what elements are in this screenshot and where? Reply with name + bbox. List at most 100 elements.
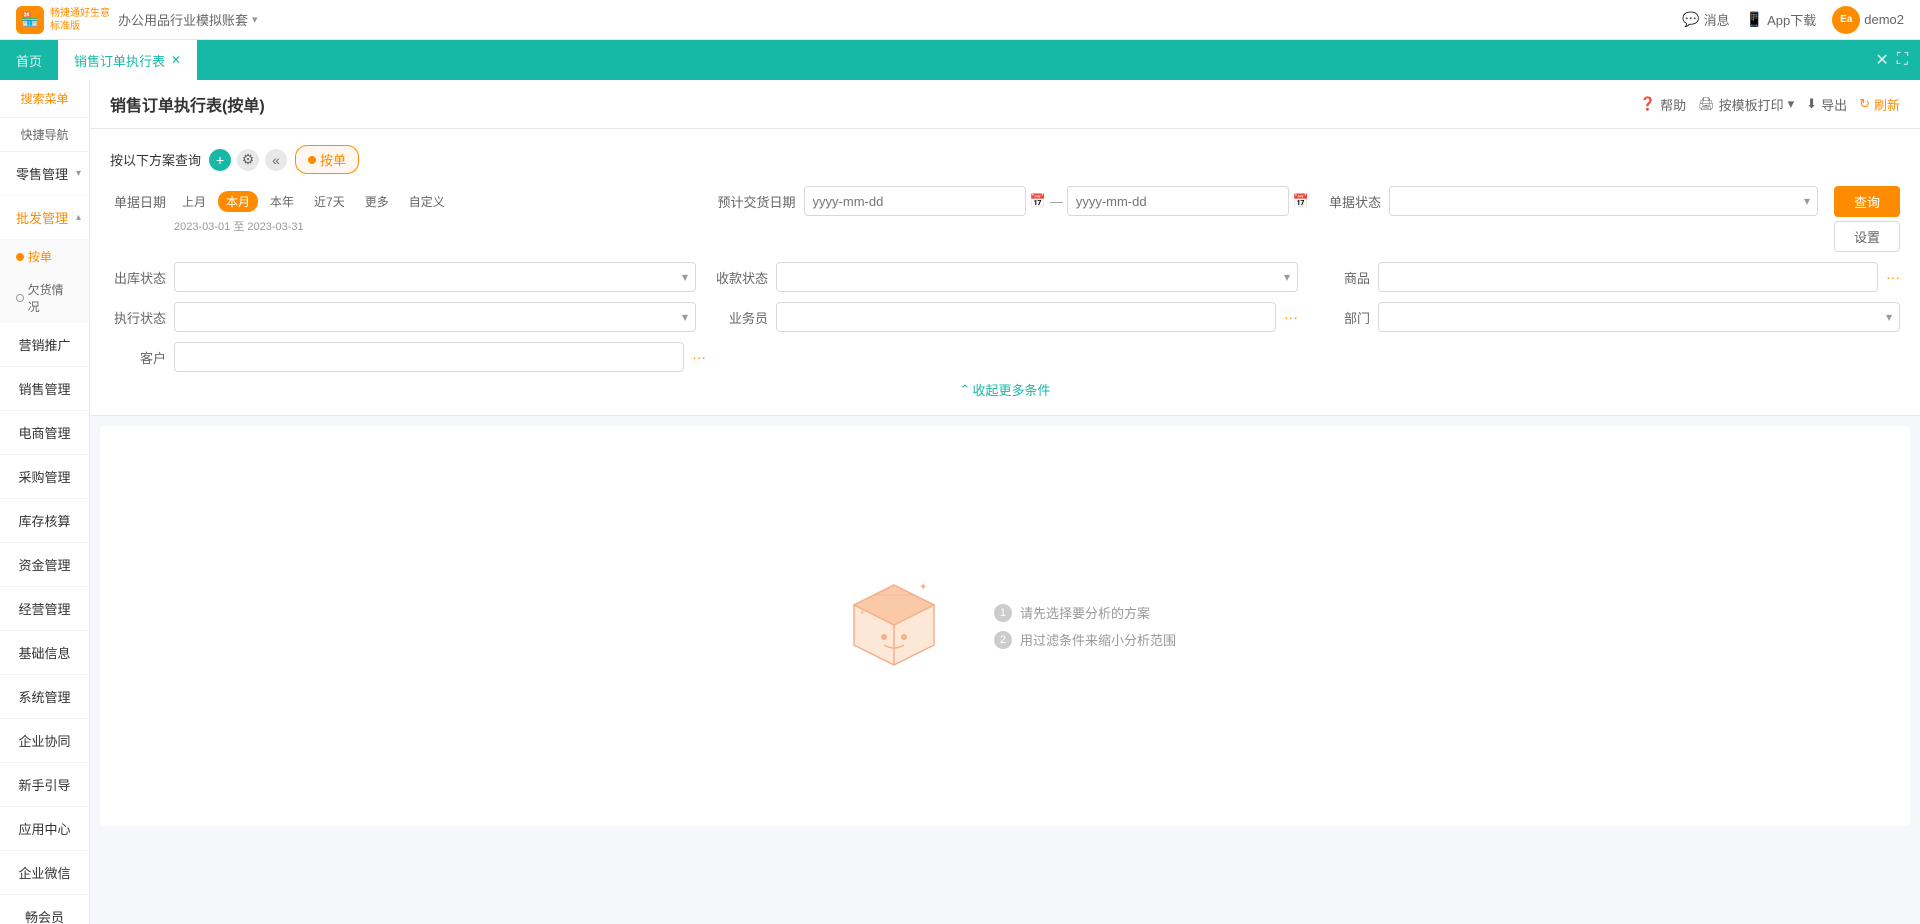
sidebar-item-ecommerce[interactable]: 电商管理 — [0, 411, 89, 455]
export-icon: ⬇ — [1806, 96, 1817, 112]
collapse-icon: ⌃ — [960, 382, 971, 398]
nav-actions: ✕ ⛶ — [1875, 40, 1920, 80]
sidebar-item-enterprise-collab[interactable]: 企业协同 — [0, 719, 89, 763]
sidebar-item-app-center[interactable]: 应用中心 — [0, 807, 89, 851]
step-2-number: 2 — [994, 631, 1012, 649]
doc-status-label: 单据状态 — [1325, 192, 1381, 211]
active-dot-icon — [16, 253, 24, 261]
collapse-more-btn[interactable]: ⌃ 收起更多条件 — [110, 380, 1900, 399]
date-tab-more[interactable]: 更多 — [357, 191, 397, 212]
page-header: 销售订单执行表(按单) ❓ 帮助 🖨 按模板打印 ▾ ⬇ 导出 ↻ 刷新 — [90, 80, 1920, 129]
window-close-btn[interactable]: ✕ — [1875, 50, 1888, 70]
forecast-date-to[interactable] — [1067, 186, 1289, 216]
chevron-down-icon: ▾ — [76, 168, 81, 179]
filter-row-2: 出库状态 ▾ 收款状态 ▾ 商品 — [110, 262, 1900, 292]
empty-illustration: ✦ ✦ — [834, 575, 954, 678]
empty-box-svg: ✦ ✦ — [834, 575, 954, 675]
message-btn[interactable]: 💬 消息 — [1682, 10, 1729, 29]
top-bar-left: 🏪 畅捷通好生意 标准版 办公用品行业模拟账套 ▾ — [16, 6, 258, 34]
date-tab-this-year[interactable]: 本年 — [262, 191, 302, 212]
calendar-icon-2: 📅 — [1293, 193, 1309, 209]
sidebar-item-enterprise-wechat[interactable]: 企业微信 — [0, 851, 89, 895]
out-status-select[interactable] — [174, 262, 696, 292]
window-fullscreen-btn[interactable]: ⛶ — [1897, 51, 1908, 69]
collapse-plan-btn[interactable]: « — [265, 149, 287, 171]
sidebar-item-wholesale[interactable]: 批发管理 ▴ — [0, 196, 89, 240]
sidebar-item-basic-info[interactable]: 基础信息 — [0, 631, 89, 675]
doc-status-select-wrap: ▾ — [1389, 186, 1818, 216]
salesperson-more-icon[interactable]: ··· — [1284, 309, 1298, 325]
product-input[interactable] — [1378, 262, 1878, 292]
help-btn[interactable]: ❓ 帮助 — [1640, 95, 1686, 114]
forecast-date-from[interactable] — [804, 186, 1026, 216]
plan-item-by-order[interactable]: 按单 — [295, 145, 359, 174]
sidebar-search[interactable]: 搜索菜单 — [0, 80, 89, 118]
customer-more-icon[interactable]: ··· — [692, 349, 706, 365]
salesperson-label: 业务员 — [712, 308, 768, 327]
message-icon: 💬 — [1682, 11, 1699, 28]
date-tab-this-month[interactable]: 本月 — [218, 191, 258, 212]
exec-status-label: 执行状态 — [110, 308, 166, 327]
refresh-btn[interactable]: ↻ 刷新 — [1859, 95, 1900, 114]
date-tab-7days[interactable]: 近7天 — [306, 191, 353, 212]
forecast-date-field: 预计交货日期 📅 — 📅 — [718, 186, 1310, 216]
print-btn[interactable]: 🖨 按模板打印 ▾ — [1698, 95, 1794, 114]
product-field: 商品 ··· — [1314, 262, 1900, 292]
settings-button[interactable]: 设置 — [1834, 221, 1900, 252]
tab-sales-order[interactable]: 销售订单执行表 ✕ — [58, 40, 197, 80]
date-tab-custom[interactable]: 自定义 — [401, 191, 453, 212]
plan-active-dot — [308, 156, 316, 164]
sidebar-item-system[interactable]: 系统管理 — [0, 675, 89, 719]
filter-area: 按以下方案查询 + ⚙ « 按单 单据日期 上月 — [90, 129, 1920, 416]
salesperson-input[interactable] — [776, 302, 1276, 332]
empty-steps: 1 请先选择要分析的方案 2 用过滤条件来缩小分析范围 — [994, 603, 1176, 649]
filter-row-4: 客户 ··· — [110, 342, 1900, 372]
tab-home[interactable]: 首页 — [0, 40, 58, 80]
dept-field: 部门 ▾ — [1314, 302, 1900, 332]
logo-icon: 🏪 — [16, 6, 44, 34]
mobile-icon: 📱 — [1746, 11, 1763, 28]
plan-actions: + ⚙ « — [209, 149, 287, 171]
user-profile[interactable]: Ea demo2 — [1832, 6, 1904, 34]
customer-input[interactable] — [174, 342, 684, 372]
sidebar-sub-item-backorder[interactable]: 欠货情况 — [0, 273, 89, 323]
exec-status-select[interactable] — [174, 302, 696, 332]
app-download-btn[interactable]: 📱 App下载 — [1746, 10, 1817, 29]
sidebar-item-inventory[interactable]: 库存核算 — [0, 499, 89, 543]
doc-status-select[interactable] — [1389, 186, 1818, 216]
results-area: ✦ ✦ 1 请先选择要分析的方案 2 — [100, 426, 1910, 826]
sidebar-item-operations[interactable]: 经营管理 — [0, 587, 89, 631]
forecast-date-range: 📅 — 📅 — [804, 186, 1310, 216]
receipt-status-field: 收款状态 ▾ — [712, 262, 1298, 292]
nav-tabs: 首页 销售订单执行表 ✕ ✕ ⛶ — [0, 40, 1920, 80]
receipt-status-label: 收款状态 — [712, 268, 768, 287]
filter-row-1: 单据日期 上月 本月 本年 近7天 更多 自定义 2023-03-01 至 20… — [110, 186, 1900, 252]
receipt-status-select[interactable] — [776, 262, 1298, 292]
search-actions: 查询 设置 — [1834, 186, 1900, 252]
sidebar-quick-nav[interactable]: 快捷导航 — [0, 118, 89, 152]
date-range-display: 2023-03-01 至 2023-03-31 — [174, 218, 702, 234]
sidebar-item-member[interactable]: 畅会员 — [0, 895, 89, 924]
product-more-icon[interactable]: ··· — [1886, 269, 1900, 285]
sidebar-sub-item-by-order[interactable]: 按单 — [0, 240, 89, 273]
svg-text:✦: ✦ — [859, 608, 866, 617]
dept-select[interactable] — [1378, 302, 1900, 332]
sidebar-item-finance[interactable]: 资金管理 — [0, 543, 89, 587]
date-tab-last-month[interactable]: 上月 — [174, 191, 214, 212]
refresh-icon: ↻ — [1859, 96, 1870, 112]
export-btn[interactable]: ⬇ 导出 — [1806, 95, 1847, 114]
edit-plan-btn[interactable]: ⚙ — [237, 149, 259, 171]
customer-field: 客户 ··· — [110, 342, 706, 372]
add-plan-btn[interactable]: + — [209, 149, 231, 171]
search-button[interactable]: 查询 — [1834, 186, 1900, 217]
sidebar-item-sales-mgmt[interactable]: 销售管理 — [0, 367, 89, 411]
page-title: 销售订单执行表(按单) — [110, 92, 265, 116]
sidebar-item-marketing[interactable]: 营销推广 — [0, 323, 89, 367]
step-1-number: 1 — [994, 604, 1012, 622]
sidebar-sub-wholesale: 按单 欠货情况 — [0, 240, 89, 323]
tab-close-icon[interactable]: ✕ — [171, 53, 181, 67]
sidebar-item-onboarding[interactable]: 新手引导 — [0, 763, 89, 807]
sidebar-item-retail[interactable]: 零售管理 ▾ — [0, 152, 89, 196]
sidebar-item-purchase[interactable]: 采购管理 — [0, 455, 89, 499]
out-status-label: 出库状态 — [110, 268, 166, 287]
